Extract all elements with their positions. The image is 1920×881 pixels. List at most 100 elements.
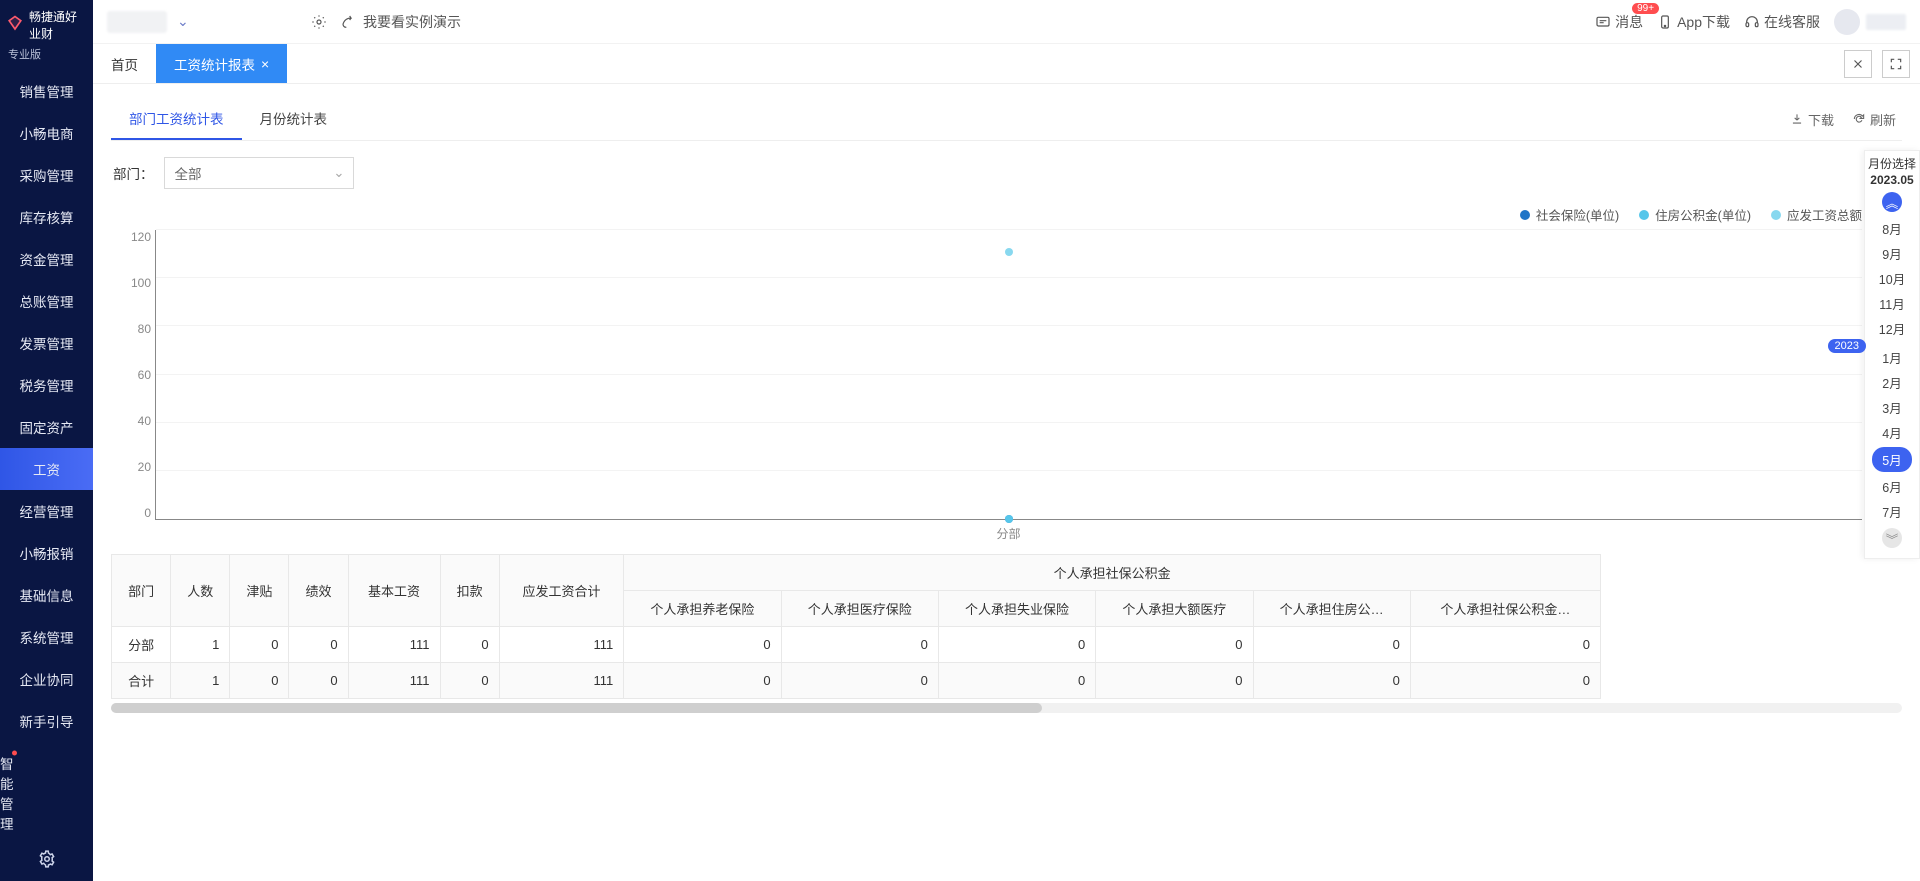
cell: 0 [440,663,499,699]
cell: 0 [230,627,289,663]
month-option[interactable]: 4月 [1866,420,1917,445]
legend-item[interactable]: 应发工资总额 [1771,205,1862,224]
month-option[interactable]: 6月 [1866,474,1917,499]
month-option[interactable]: 2月 [1866,370,1917,395]
table-header: 部门人数津贴绩效基本工资扣款应发工资合计个人承担社保公积金个人承担养老保险个人承… [112,555,1601,627]
cell: 111 [348,627,440,663]
nav-item-11[interactable]: 小畅报销 [0,532,93,574]
messages-label: 消息 [1615,12,1643,32]
table-row: 合计1001110111000000 [112,663,1601,699]
user-avatar[interactable] [1834,9,1906,35]
legend-dot-icon [1771,210,1781,220]
online-service-button[interactable]: 在线客服 [1744,12,1820,32]
nav-item-0[interactable]: 销售管理 [0,70,93,112]
avatar-icon [1834,9,1860,35]
nav-item-15[interactable]: 新手引导 [0,700,93,742]
nav-item-17[interactable]: 应用中心 [0,832,93,840]
y-tick: 80 [117,322,151,336]
nav-item-9[interactable]: 工资 [0,448,93,490]
brand-edition: 专业版 [0,46,93,70]
filter-label: 部门： [113,163,154,183]
subtab-1[interactable]: 月份统计表 [242,98,346,140]
month-option[interactable]: 7月 [1866,499,1917,524]
nav-item-1[interactable]: 小畅电商 [0,112,93,154]
cell: 合计 [112,663,171,699]
cell: 111 [348,663,440,699]
department-select[interactable]: 全部 ⌄ [164,157,354,189]
app-download-button[interactable]: App下载 [1657,12,1730,32]
nav-item-7[interactable]: 税务管理 [0,364,93,406]
sidebar: 畅捷通好业财 专业版 销售管理小畅电商采购管理库存核算资金管理总账管理发票管理税… [0,0,93,881]
y-tick: 40 [117,414,151,428]
brand-logo: 畅捷通好业财 [0,0,93,46]
th: 部门 [112,555,171,627]
y-tick: 120 [117,230,151,244]
nav-item-5[interactable]: 总账管理 [0,280,93,322]
download-button[interactable]: 下载 [1790,110,1834,129]
subtab-row: 部门工资统计表月份统计表 下载 刷新 [111,98,1902,141]
refresh-button[interactable]: 刷新 [1852,110,1896,129]
nav-item-12[interactable]: 基础信息 [0,574,93,616]
salary-table: 部门人数津贴绩效基本工资扣款应发工资合计个人承担社保公积金个人承担养老保险个人承… [111,554,1601,699]
y-tick: 60 [117,368,151,382]
org-name-redacted [107,11,167,33]
chevron-down-icon: ⌄ [177,13,189,30]
messages-button[interactable]: 消息 [1595,12,1643,32]
chart-point [1005,515,1013,523]
cell: 0 [1410,627,1600,663]
nav-item-10[interactable]: 经营管理 [0,490,93,532]
close-all-tabs-button[interactable] [1844,50,1872,78]
month-scroll-down-icon[interactable]: ︾ [1882,528,1902,548]
horizontal-scrollbar[interactable] [111,703,1902,713]
month-option[interactable]: 10月 [1879,266,1905,291]
nav-item-14[interactable]: 企业协同 [0,658,93,700]
nav-item-3[interactable]: 库存核算 [0,196,93,238]
page-tab-1[interactable]: 工资统计报表× [156,44,287,83]
th: 基本工资 [348,555,440,627]
nav-item-2[interactable]: 采购管理 [0,154,93,196]
cell: 1 [171,627,230,663]
demo-link[interactable]: 我要看实例演示 [341,12,461,32]
month-option[interactable]: 9月 [1879,241,1905,266]
subtab-0[interactable]: 部门工资统计表 [111,98,242,140]
settings-icon[interactable] [38,855,56,871]
online-service-label: 在线客服 [1764,12,1820,32]
settings-gear-icon[interactable] [311,14,327,30]
th: 津贴 [230,555,289,627]
th: 个人承担住房公… [1253,591,1410,627]
fullscreen-button[interactable] [1882,50,1910,78]
nav-item-6[interactable]: 发票管理 [0,322,93,364]
page-tab-0[interactable]: 首页 [93,44,156,83]
download-label: 下载 [1808,110,1834,129]
legend-item[interactable]: 住房公积金(单位) [1639,205,1751,224]
avatar-name-redacted [1866,14,1906,30]
th-group: 个人承担社保公积金 [624,555,1601,591]
org-selector[interactable]: ⌄ [107,11,297,33]
year-badge: 2023 [1828,336,1866,352]
legend-dot-icon [1639,210,1649,220]
month-option[interactable]: 3月 [1866,395,1917,420]
chevron-down-icon: ⌄ [333,165,344,181]
scrollbar-thumb[interactable] [111,703,1042,713]
nav-list: 销售管理小畅电商采购管理库存核算资金管理总账管理发票管理税务管理固定资产工资经营… [0,70,93,840]
topbar: ⌄ 我要看实例演示 消息 App下载 在线客服 [93,0,1920,44]
month-scroll-up-icon[interactable]: ︽ [1882,192,1902,212]
y-tick: 20 [117,460,151,474]
month-option[interactable]: 5月 [1872,447,1911,472]
th: 个人承担社保公积金… [1410,591,1600,627]
month-option[interactable]: 12月 [1879,316,1905,341]
month-option[interactable]: 8月 [1879,216,1905,241]
department-select-value: 全部 [175,163,202,183]
legend-item[interactable]: 社会保险(单位) [1520,205,1619,224]
month-option[interactable]: 1月 [1866,345,1917,370]
brand-icon [5,14,25,37]
filter-row: 部门： 全部 ⌄ [111,141,1902,199]
month-option[interactable]: 11月 [1879,291,1905,316]
brand-name: 畅捷通好业财 [29,8,88,42]
nav-item-16[interactable]: 智能管理 [0,742,10,764]
nav-item-8[interactable]: 固定资产 [0,406,93,448]
nav-item-13[interactable]: 系统管理 [0,616,93,658]
tab-close-icon[interactable]: × [261,56,269,72]
chart-legend: 社会保险(单位) 住房公积金(单位) 应发工资总额 [111,205,1902,224]
nav-item-4[interactable]: 资金管理 [0,238,93,280]
